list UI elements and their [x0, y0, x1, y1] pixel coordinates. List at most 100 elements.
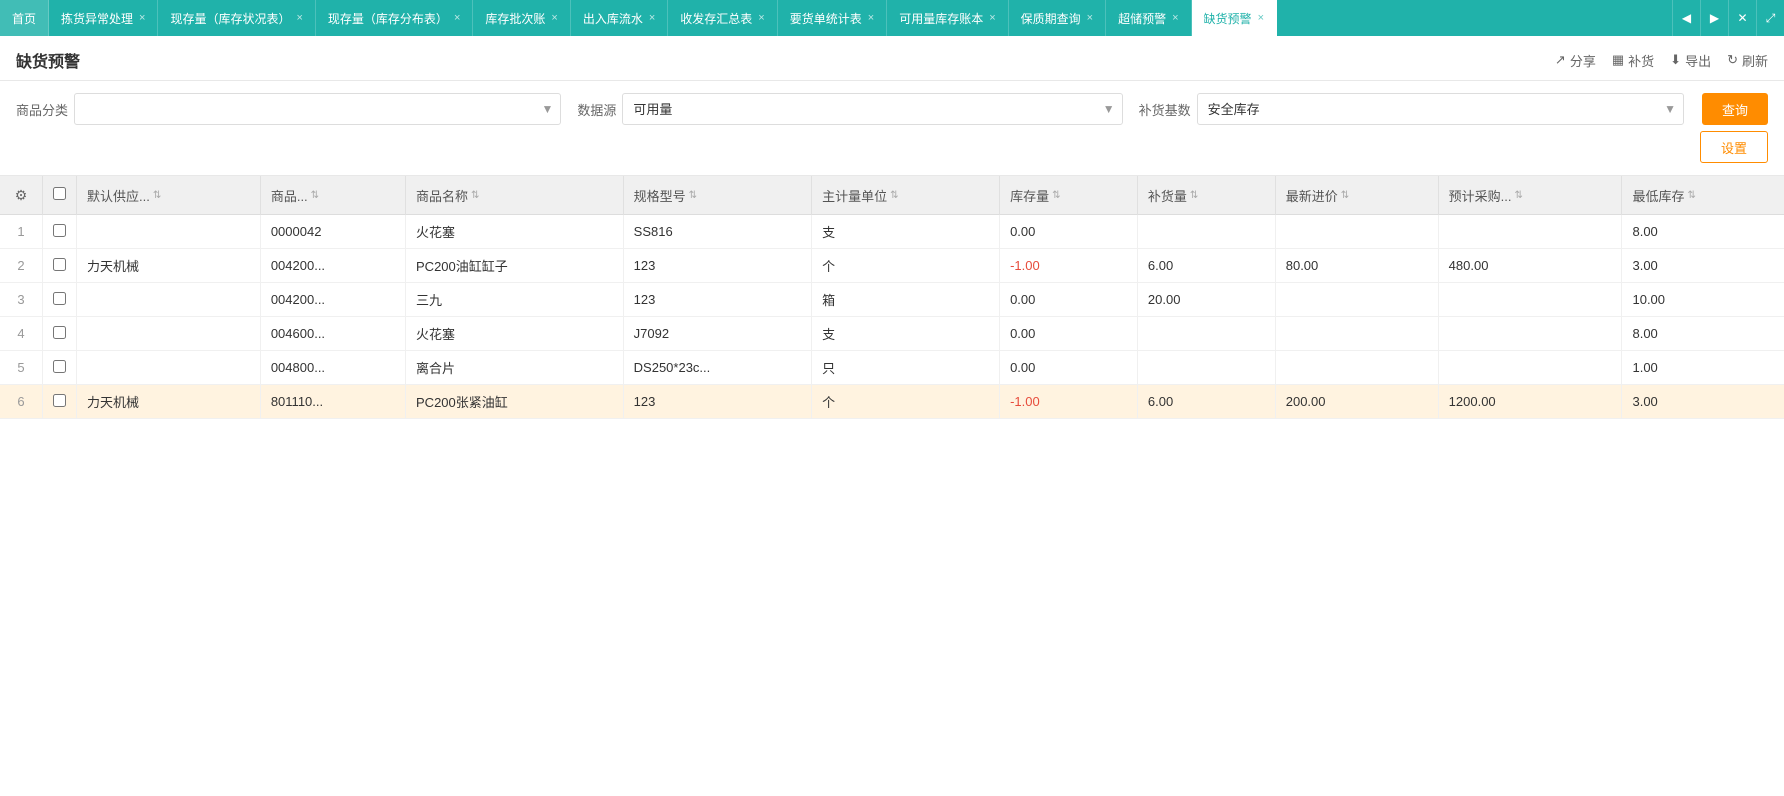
sort-minstock-icon: ⇅ [1688, 190, 1696, 201]
cell-supplier [77, 215, 261, 249]
tab-in-out-flow[interactable]: 出入库流水 × [571, 0, 668, 36]
cell-stock: -1.00 [1000, 249, 1138, 283]
close-tab-receive-summary[interactable]: × [758, 12, 764, 24]
col-unit[interactable]: 主计量单位 ⇅ [812, 176, 1000, 215]
datasource-select[interactable]: 可用量 库存量 在途量 [622, 93, 1122, 125]
close-tab-order-stats[interactable]: × [868, 12, 874, 24]
col-min-stock[interactable]: 最低库存 ⇅ [1622, 176, 1784, 215]
refresh-icon: ↻ [1727, 52, 1738, 68]
sort-replenish-icon: ⇅ [1190, 190, 1198, 201]
close-tab-expiry-query[interactable]: × [1087, 12, 1093, 24]
table-row: 3004200...三九123箱0.0020.0010.00 [0, 283, 1784, 317]
cell-estimated-purchase [1438, 351, 1622, 385]
tab-scroll-next[interactable]: ▶ [1700, 0, 1728, 36]
tab-inventory-status[interactable]: 现存量（库存状况表） × [158, 0, 315, 36]
close-tab-inventory-dist[interactable]: × [454, 12, 460, 24]
close-tab-defect-handling[interactable]: × [139, 12, 145, 24]
close-tab-shortage[interactable]: × [1258, 12, 1264, 24]
row-checkbox[interactable] [53, 394, 66, 407]
cell-stock: 0.00 [1000, 283, 1138, 317]
header-actions: ↗ 分享 ▦ 补货 ⬇ 导出 ↻ 刷新 [1555, 51, 1768, 70]
cell-product-name: 离合片 [406, 351, 624, 385]
replenish-action[interactable]: ▦ 补货 [1612, 51, 1654, 70]
tab-home[interactable]: 首页 [0, 0, 49, 36]
cell-min-stock: 1.00 [1622, 351, 1784, 385]
cell-unit: 箱 [812, 283, 1000, 317]
refresh-action[interactable]: ↻ 刷新 [1727, 51, 1768, 70]
sort-supplier-icon: ⇅ [153, 190, 161, 201]
replenish-base-select-wrap: 安全库存 最低库存 最高库存 ▼ [1197, 93, 1684, 125]
tab-overstock[interactable]: 超储预警 × [1106, 0, 1191, 36]
row-checkbox[interactable] [53, 258, 66, 271]
close-tab-in-out-flow[interactable]: × [649, 12, 655, 24]
col-replenish-qty[interactable]: 补货量 ⇅ [1137, 176, 1275, 215]
col-spec[interactable]: 规格型号 ⇅ [623, 176, 811, 215]
cell-latest-price [1275, 283, 1438, 317]
query-button[interactable]: 查询 [1702, 93, 1768, 125]
cell-min-stock: 8.00 [1622, 215, 1784, 249]
row-checkbox-cell [43, 351, 77, 385]
cell-product-code: 004200... [260, 249, 405, 283]
row-checkbox[interactable] [53, 224, 66, 237]
cell-product-code: 801110... [260, 385, 405, 419]
category-select[interactable] [74, 93, 561, 125]
col-stock[interactable]: 库存量 ⇅ [1000, 176, 1138, 215]
close-tab-inventory-status[interactable]: × [296, 12, 302, 24]
cell-unit: 支 [812, 317, 1000, 351]
replenish-base-select[interactable]: 安全库存 最低库存 最高库存 [1197, 93, 1684, 125]
cell-estimated-purchase [1438, 215, 1622, 249]
cell-min-stock: 3.00 [1622, 249, 1784, 283]
row-checkbox-cell [43, 215, 77, 249]
row-checkbox[interactable] [53, 292, 66, 305]
row-number: 5 [0, 351, 43, 385]
cell-product-name: PC200张紧油缸 [406, 385, 624, 419]
sort-price-icon: ⇅ [1341, 190, 1349, 201]
share-action[interactable]: ↗ 分享 [1555, 51, 1596, 70]
tab-inventory-dist[interactable]: 现存量（库存分布表） × [316, 0, 473, 36]
tab-shortage[interactable]: 缺货预警 × [1192, 0, 1277, 36]
row-checkbox-cell [43, 317, 77, 351]
export-action[interactable]: ⬇ 导出 [1670, 51, 1711, 70]
settings-button[interactable]: 设置 [1700, 131, 1768, 163]
tab-close-all[interactable]: ✕ [1728, 0, 1756, 36]
tab-receive-summary[interactable]: 收发存汇总表 × [668, 0, 777, 36]
replenish-icon: ▦ [1612, 52, 1624, 68]
close-tab-avail-ledger[interactable]: × [989, 12, 995, 24]
sort-spec-icon: ⇅ [689, 190, 697, 201]
cell-replenish-qty [1137, 351, 1275, 385]
table-settings-icon[interactable]: ⚙ [10, 184, 32, 206]
col-default-supplier[interactable]: 默认供应... ⇅ [77, 176, 261, 215]
tab-fullscreen[interactable]: ⤢ [1756, 0, 1784, 36]
cell-supplier [77, 351, 261, 385]
col-latest-price[interactable]: 最新进价 ⇅ [1275, 176, 1438, 215]
tab-scroll-prev[interactable]: ◀ [1672, 0, 1700, 36]
tab-avail-ledger[interactable]: 可用量库存账本 × [887, 0, 1008, 36]
row-checkbox[interactable] [53, 360, 66, 373]
tab-defect-handling[interactable]: 拣货异常处理 × [49, 0, 158, 36]
cell-spec: SS816 [623, 215, 811, 249]
cell-supplier [77, 283, 261, 317]
close-tab-batch-account[interactable]: × [551, 12, 557, 24]
cell-replenish-qty: 20.00 [1137, 283, 1275, 317]
row-checkbox[interactable] [53, 326, 66, 339]
cell-stock: 0.00 [1000, 215, 1138, 249]
sort-name-icon: ⇅ [471, 190, 479, 201]
col-product-code[interactable]: 商品... ⇅ [260, 176, 405, 215]
category-select-wrap: ▼ [74, 93, 561, 125]
select-all-checkbox[interactable] [53, 187, 66, 200]
tab-expiry-query[interactable]: 保质期查询 × [1009, 0, 1106, 36]
cell-min-stock: 8.00 [1622, 317, 1784, 351]
category-label: 商品分类 [16, 100, 68, 119]
row-checkbox-cell [43, 283, 77, 317]
col-product-name[interactable]: 商品名称 ⇅ [406, 176, 624, 215]
category-filter-group: 商品分类 ▼ [16, 93, 561, 125]
cell-latest-price: 200.00 [1275, 385, 1438, 419]
cell-spec: 123 [623, 249, 811, 283]
tab-batch-account[interactable]: 库存批次账 × [473, 0, 570, 36]
tab-order-stats[interactable]: 要货单统计表 × [778, 0, 887, 36]
col-estimated-purchase[interactable]: 预计采购... ⇅ [1438, 176, 1622, 215]
col-settings: ⚙ [0, 176, 43, 215]
cell-replenish-qty: 6.00 [1137, 385, 1275, 419]
row-number: 1 [0, 215, 43, 249]
close-tab-overstock[interactable]: × [1172, 12, 1178, 24]
